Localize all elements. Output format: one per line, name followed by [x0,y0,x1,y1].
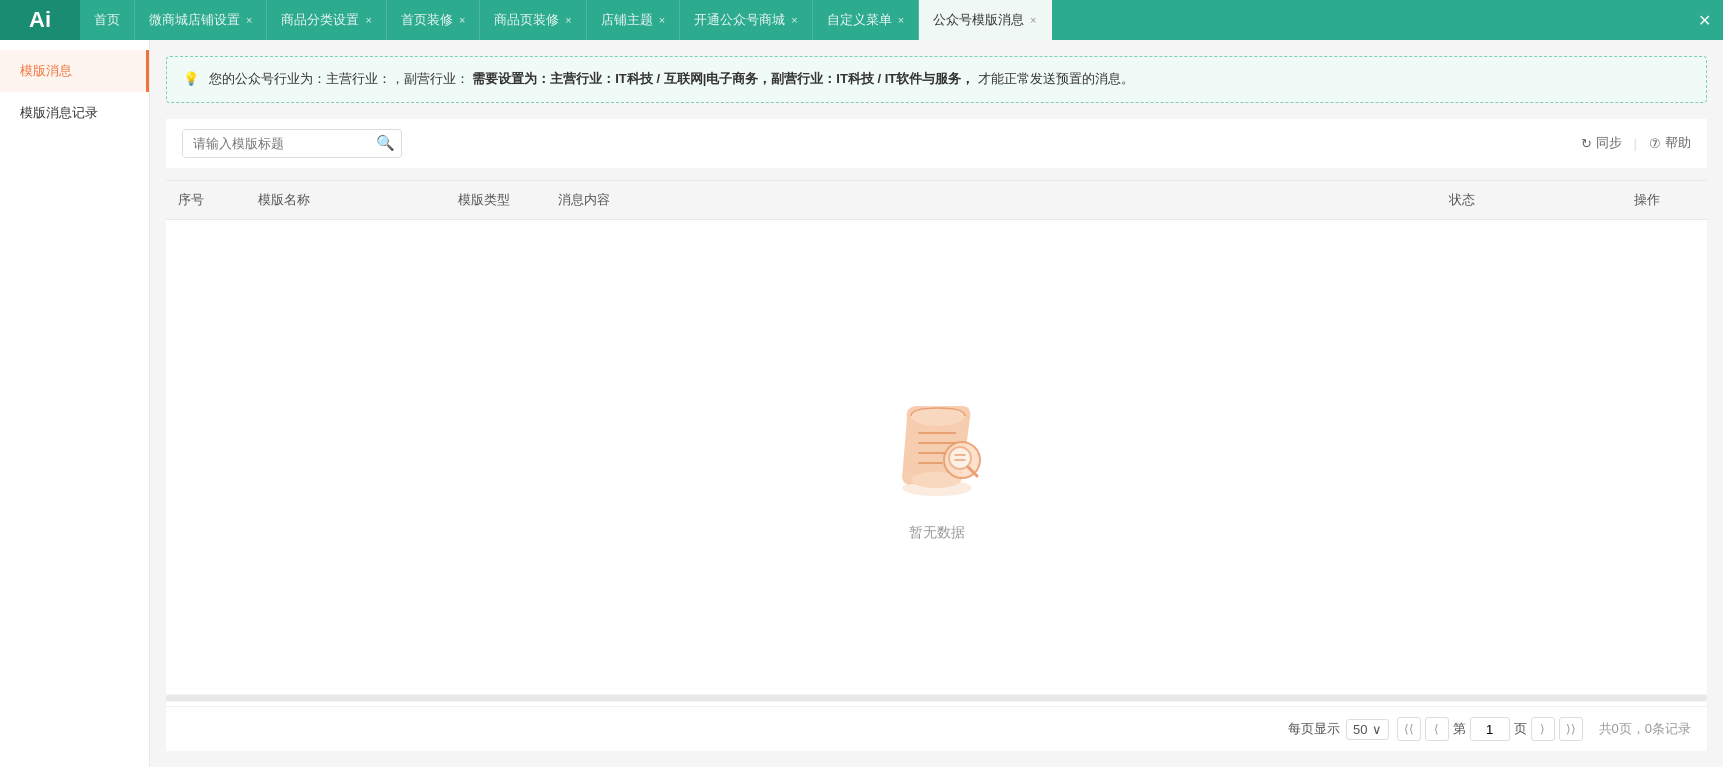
app-logo: Ai [0,0,80,40]
main-layout: 模版消息模版消息记录 💡 您的公众号行业为：主营行业：，副营行业： 需要设置为：… [0,40,1723,767]
nav-tab-product-category[interactable]: 商品分类设置 × [267,0,386,40]
tab-close-button[interactable]: × [1030,15,1036,26]
sidebar-item-template-record[interactable]: 模版消息记录 [0,92,149,134]
top-nav: Ai 首页微商城店铺设置×商品分类设置×首页装修×商品页装修×店铺主题×开通公众… [0,0,1723,40]
page-size-dropdown[interactable]: 50 ∨ [1346,719,1388,740]
page-label: 第 [1453,720,1466,738]
nav-tab-home[interactable]: 首页 [80,0,135,40]
col-seq: 序号 [166,181,246,219]
empty-text: 暂无数据 [909,524,965,542]
page-number-input[interactable] [1470,717,1510,741]
dropdown-icon: ∨ [1372,722,1382,737]
empty-state: 暂无数据 [166,220,1707,690]
nav-tab-open-mall[interactable]: 开通公众号商城 × [680,0,812,40]
page-size-value: 50 [1353,722,1367,737]
search-input-wrap: 🔍 [182,129,402,158]
tab-label: 公众号模版消息 [933,11,1024,29]
tab-label: 商品分类设置 [281,11,359,29]
tab-close-button[interactable]: × [898,15,904,26]
search-input[interactable] [183,130,368,157]
empty-icon [877,388,997,508]
page-unit: 页 [1514,720,1527,738]
col-action: 操作 [1587,181,1707,219]
search-actions: ↻ 同步 | ⑦ 帮助 [1581,134,1691,152]
help-icon: ⑦ [1649,136,1661,151]
nav-tab-custom-menu[interactable]: 自定义菜单 × [813,0,919,40]
col-status: 状态 [1437,181,1587,219]
notice-icon: 💡 [183,71,199,86]
tab-label: 微商城店铺设置 [149,11,240,29]
tab-close-button[interactable]: × [565,15,571,26]
sidebar: 模版消息模版消息记录 [0,40,150,767]
sync-button[interactable]: ↻ 同步 [1581,134,1622,152]
sync-icon: ↻ [1581,136,1592,151]
tab-label: 自定义菜单 [827,11,892,29]
tab-label: 开通公众号商城 [694,11,785,29]
col-name: 模版名称 [246,181,446,219]
horizontal-scrollbar[interactable] [166,694,1707,702]
data-table: 序号 模版名称 模版类型 消息内容 状态 操作 [166,180,1707,751]
nav-tab-shop-theme[interactable]: 店铺主题 × [587,0,680,40]
tab-close-button[interactable]: × [791,15,797,26]
nav-tab-template-msg[interactable]: 公众号模版消息 × [919,0,1051,40]
tab-label: 首页 [94,11,120,29]
page-navigation: ⟨⟨ ⟨ 第 页 ⟩ ⟩⟩ [1397,717,1583,741]
scrollbar-track [166,695,1707,701]
notice-text-before: 您的公众号行业为：主营行业：，副营行业： [209,71,469,86]
search-button[interactable]: 🔍 [368,130,402,156]
first-page-button[interactable]: ⟨⟨ [1397,717,1421,741]
last-page-button[interactable]: ⟩⟩ [1559,717,1583,741]
tab-close-button[interactable]: × [659,15,665,26]
divider: | [1634,136,1637,151]
total-records: 共0页，0条记录 [1599,720,1691,738]
nav-tab-product-decor[interactable]: 商品页装修 × [480,0,586,40]
notice-text-after: 才能正常发送预置的消息。 [978,71,1134,86]
sidebar-item-template[interactable]: 模版消息 [0,50,149,92]
help-button[interactable]: ⑦ 帮助 [1649,134,1691,152]
col-content: 消息内容 [546,181,1437,219]
tab-label: 店铺主题 [601,11,653,29]
col-type: 模版类型 [446,181,546,219]
notice-box: 💡 您的公众号行业为：主营行业：，副营行业： 需要设置为：主营行业：IT科技 /… [166,56,1707,103]
content-area: 💡 您的公众号行业为：主营行业：，副营行业： 需要设置为：主营行业：IT科技 /… [150,40,1723,767]
per-page-label: 每页显示 [1288,720,1340,738]
next-page-button[interactable]: ⟩ [1531,717,1555,741]
notice-highlight: 需要设置为：主营行业：IT科技 / 互联网|电子商务，副营行业：IT科技 / I… [472,71,974,86]
tab-label: 商品页装修 [494,11,559,29]
nav-tab-home-decor[interactable]: 首页装修 × [387,0,480,40]
help-label: 帮助 [1665,134,1691,152]
nav-tabs: 首页微商城店铺设置×商品分类设置×首页装修×商品页装修×店铺主题×开通公众号商城… [80,0,1686,40]
tab-close-button[interactable]: × [459,15,465,26]
sync-label: 同步 [1596,134,1622,152]
table-header: 序号 模版名称 模版类型 消息内容 状态 操作 [166,180,1707,220]
tab-label: 首页装修 [401,11,453,29]
close-all-button[interactable]: ✕ [1686,0,1723,40]
prev-page-button[interactable]: ⟨ [1425,717,1449,741]
tab-close-button[interactable]: × [365,15,371,26]
search-row: 🔍 ↻ 同步 | ⑦ 帮助 [166,119,1707,168]
tab-close-button[interactable]: × [246,15,252,26]
nav-tab-wechat-shop[interactable]: 微商城店铺设置 × [135,0,267,40]
page-size-selector: 每页显示 50 ∨ [1288,719,1388,740]
pagination: 每页显示 50 ∨ ⟨⟨ ⟨ 第 页 ⟩ ⟩⟩ 共0页，0条记录 [166,706,1707,751]
